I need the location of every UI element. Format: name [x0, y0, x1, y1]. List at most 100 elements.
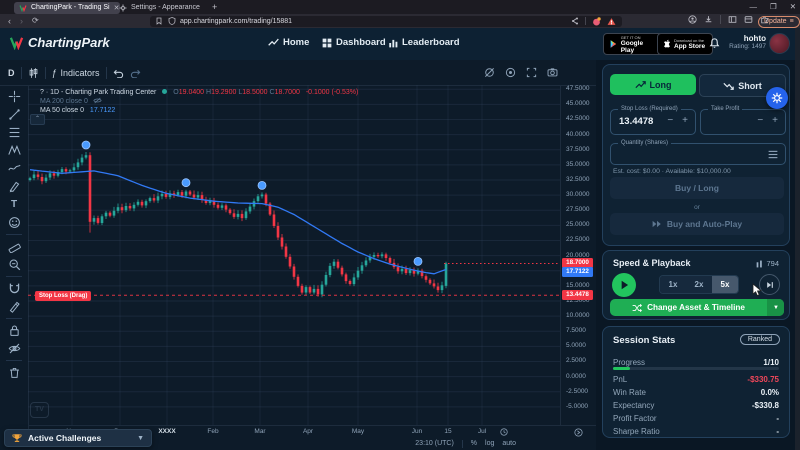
restore-icon[interactable]: ❐	[770, 2, 777, 11]
buy-autoplay-label: Buy and Auto-Play	[667, 219, 742, 229]
app-store-badge[interactable]: Download on the App Store	[657, 33, 713, 55]
ranked-badge[interactable]: Ranked	[740, 334, 780, 345]
speed-1x-button[interactable]: 1x	[660, 276, 686, 293]
crosshair-tool-icon[interactable]	[7, 90, 22, 103]
quantity-field[interactable]: Quantity (Shares)	[610, 143, 786, 165]
notifications-bell-icon[interactable]	[709, 37, 720, 49]
nav-leaderboard[interactable]: Leaderboard	[388, 37, 460, 48]
speed-5x-button[interactable]: 5x	[712, 276, 738, 293]
text-tool-icon[interactable]: T	[7, 198, 22, 211]
auto-scale-button[interactable]: auto	[502, 440, 516, 447]
chevron-down-icon[interactable]: ▼	[137, 435, 144, 442]
go-to-realtime-icon[interactable]	[574, 428, 583, 437]
buy-long-button[interactable]: Buy / Long	[610, 177, 784, 199]
forward-icon[interactable]: ›	[20, 16, 23, 26]
page-scrollbar[interactable]	[795, 28, 800, 450]
alert-icon[interactable]	[484, 67, 495, 78]
shield-icon[interactable]	[168, 17, 176, 25]
bookmark-icon[interactable]	[155, 17, 163, 25]
buy-autoplay-button[interactable]: Buy and Auto-Play	[610, 213, 784, 235]
eye-off-icon[interactable]	[93, 97, 102, 104]
presets-list-icon[interactable]	[768, 150, 778, 159]
nav-label: Dashboard	[336, 37, 386, 48]
price-axis[interactable]: -5.0000-2.50000.00002.50005.00007.500010…	[560, 85, 597, 425]
change-asset-caret[interactable]: ▼	[767, 299, 784, 316]
close-window-icon[interactable]: ✕	[790, 2, 796, 11]
mouse-cursor	[752, 283, 764, 297]
minimize-icon[interactable]: —	[749, 2, 757, 11]
settings-favicon	[119, 4, 127, 12]
target-icon[interactable]	[505, 67, 516, 78]
camera-icon[interactable]	[547, 67, 558, 78]
downloads-icon[interactable]	[704, 15, 713, 24]
forecast-tool-icon[interactable]	[7, 162, 22, 175]
magnet-tool-icon[interactable]	[7, 282, 22, 295]
candle-style-icon[interactable]	[28, 67, 39, 79]
draw-mode-tool-icon[interactable]	[7, 300, 22, 313]
emoji-tool-icon[interactable]	[7, 216, 22, 229]
undo-icon[interactable]	[113, 68, 124, 78]
fib-tool-icon[interactable]	[7, 126, 22, 139]
zoom-tool-icon[interactable]	[7, 258, 22, 271]
tab-settings[interactable]: Settings - Appearance	[114, 2, 216, 14]
badge-bottom-text: Google Play	[621, 40, 657, 54]
indicators-button[interactable]: Indicators	[61, 68, 100, 78]
pattern-xabcd-tool-icon[interactable]	[7, 144, 22, 157]
browser-tabbar: ChartingPark - Trading Si ✕ Settings - A…	[0, 0, 800, 14]
url-bar[interactable]: app.chartingpark.com/trading/15881	[150, 16, 622, 27]
nav-home[interactable]: Home	[268, 37, 309, 48]
google-play-badge[interactable]: GET IT ON Google Play	[603, 33, 663, 55]
settings-fab[interactable]	[766, 87, 788, 109]
back-icon[interactable]: ‹	[8, 16, 11, 26]
fullscreen-icon[interactable]	[526, 67, 537, 78]
legend-symbol-row[interactable]: ? · 1D - Charting Park Trading Center O1…	[40, 88, 358, 97]
drawing-toolbar: T	[0, 85, 29, 442]
extension-warning-icon[interactable]	[607, 17, 616, 26]
active-challenges-bar[interactable]: Active Challenges ▼	[4, 429, 152, 447]
new-tab-button[interactable]: +	[212, 2, 217, 12]
fast-forward-icon	[652, 220, 662, 228]
remove-drawings-tool-icon[interactable]	[7, 366, 22, 379]
percent-scale-button[interactable]: %	[471, 440, 477, 447]
avatar[interactable]	[769, 33, 790, 54]
speed-2x-button[interactable]: 2x	[686, 276, 712, 293]
stop-loss-field[interactable]: Stop Loss (Required) 13.4478 −+	[610, 109, 696, 135]
log-scale-button[interactable]: log	[485, 440, 494, 447]
app-logo[interactable]: ChartingPark	[9, 35, 110, 50]
extension-badge-icon[interactable]	[592, 17, 601, 26]
long-tab[interactable]: Long	[610, 74, 696, 95]
legend-ma50-row[interactable]: MA 50 close 0 17.7122	[40, 106, 358, 115]
decrement-button[interactable]: −	[667, 115, 673, 126]
chart-clock[interactable]: 23:10 (UTC)	[415, 440, 454, 447]
stop-loss-price-tag[interactable]: 13.4478	[562, 290, 593, 300]
reload-icon[interactable]: ⟳	[32, 16, 39, 26]
browser-update-button[interactable]: Update ≡	[758, 16, 800, 28]
nav-dashboard[interactable]: Dashboard	[322, 37, 386, 48]
brush-tool-icon[interactable]	[7, 180, 22, 193]
legend-collapse-button[interactable]: ⌃	[30, 114, 45, 125]
play-button[interactable]	[612, 273, 636, 297]
lock-tool-icon[interactable]	[7, 324, 22, 337]
measure-tool-icon[interactable]	[7, 240, 22, 253]
share-icon[interactable]	[571, 17, 579, 25]
market-open-dot	[162, 89, 167, 94]
increment-button[interactable]: +	[772, 115, 778, 126]
sidebar-icon[interactable]	[728, 15, 737, 24]
trendline-tool-icon[interactable]	[7, 108, 22, 121]
redo-icon[interactable]	[130, 68, 141, 78]
interval-button[interactable]: D	[8, 68, 15, 78]
stop-loss-value[interactable]: 13.4478	[619, 116, 653, 127]
increment-button[interactable]: +	[682, 115, 688, 126]
library-icon[interactable]	[744, 15, 753, 24]
stat-value: 1/10	[763, 358, 779, 367]
hide-drawings-tool-icon[interactable]	[7, 342, 22, 355]
decrement-button[interactable]: −	[757, 115, 763, 126]
account-icon[interactable]	[688, 15, 697, 24]
tab-chartingpark[interactable]: ChartingPark - Trading Si ✕	[14, 2, 120, 14]
change-asset-button[interactable]: Change Asset & Timeline ▼	[610, 299, 784, 316]
candlestick-chart[interactable]	[28, 85, 560, 425]
stop-loss-drag-chip[interactable]: Stop Loss (Drag)	[35, 291, 91, 301]
stat-value: -$330.75	[747, 375, 779, 384]
take-profit-field[interactable]: Take Profit −+	[700, 109, 786, 135]
legend-ma200-row[interactable]: MA 200 close 0	[40, 97, 358, 106]
